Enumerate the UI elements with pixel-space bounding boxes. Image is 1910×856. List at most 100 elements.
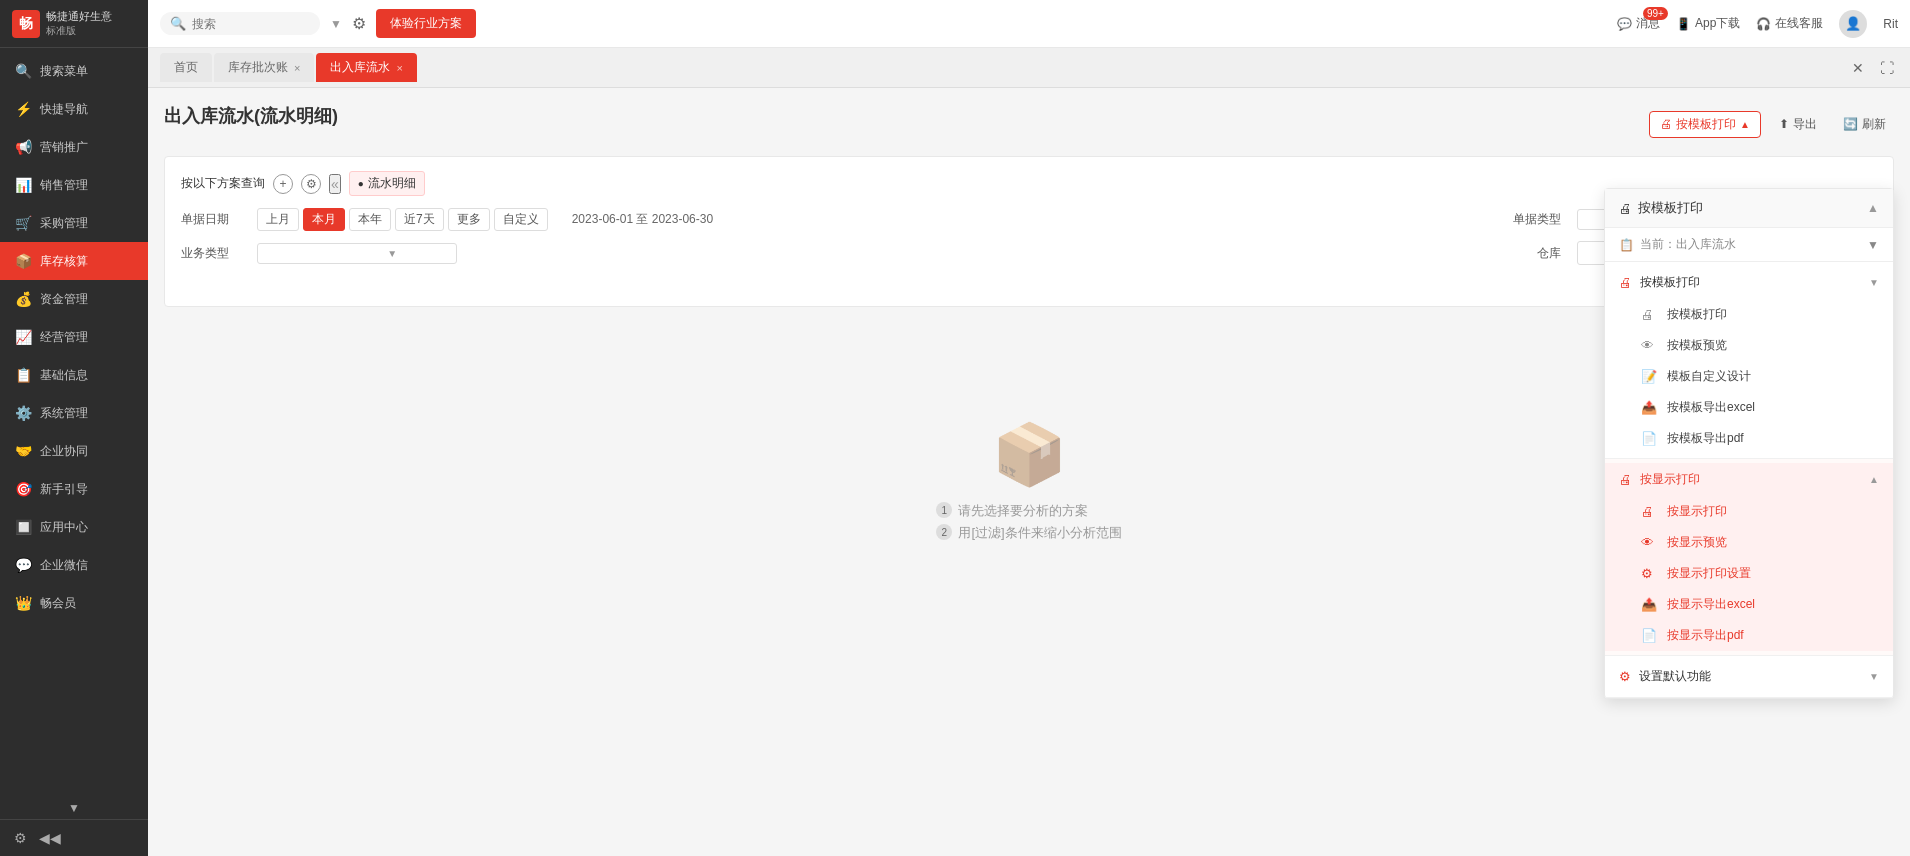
dropdown-close-arrow[interactable]: ▲ — [1867, 201, 1879, 215]
section-arrow-display-print: ▲ — [1869, 474, 1879, 485]
sidebar-item-wechat[interactable]: 💬企业微信 — [0, 546, 148, 584]
settings-icon[interactable]: ⚙ — [14, 830, 27, 846]
business-type-select[interactable]: ▼ — [257, 243, 457, 264]
empty-state-img: 📦 — [992, 419, 1067, 490]
date-btn-this-year[interactable]: 本年 — [349, 208, 391, 231]
sales-icon: 📊 — [14, 176, 32, 194]
dropdown-current-icon: 📋 — [1619, 238, 1634, 252]
sidebar-item-purchase[interactable]: 🛒采购管理 — [0, 204, 148, 242]
sidebar-item-finance[interactable]: 💰 资金管理 — [0, 280, 148, 318]
trial-btn[interactable]: 体验行业方案 — [376, 9, 476, 38]
dropdown-item-template-export-excel[interactable]: 📤 按模板导出excel — [1605, 392, 1893, 423]
app-download-icon: 📱 — [1676, 17, 1691, 31]
item-icon-template-export-excel: 📤 — [1641, 400, 1657, 415]
date-label: 单据日期 — [181, 211, 241, 228]
apps-icon: 🔲 — [14, 518, 32, 536]
print-btn[interactable]: 🖨 按模板打印 ▲ — [1649, 111, 1761, 138]
main-area: 🔍 ▼ ⚙ 体验行业方案 💬 消息 99+ 📱 App下载 🎧 在线客服 👤 R — [148, 0, 1910, 856]
print-label: 按模板打印 — [1676, 116, 1736, 133]
dropdown-item-display-print-settings[interactable]: ⚙ 按显示打印设置 — [1605, 558, 1893, 589]
dropdown-scroll: 🖨 按模板打印 ▼ 🖨 按模板打印 👁 按模板预览 📝 模板自定义设计 📤 按模… — [1605, 262, 1893, 698]
tab-batch-close[interactable]: × — [294, 62, 300, 74]
sidebar-item-enterprise[interactable]: 🤝企业协同 — [0, 432, 148, 470]
scroll-down-btn[interactable]: ▼ — [68, 801, 80, 815]
date-btn-last-month[interactable]: 上月 — [257, 208, 299, 231]
dropdown-item-display-print-item[interactable]: 🖨 按显示打印 — [1605, 496, 1893, 527]
item-label-template-export-excel: 按模板导出excel — [1667, 399, 1755, 416]
page-content: 出入库流水(流水明细) 🖨 按模板打印 ▲ ⬆ 导出 🔄 刷新 — [148, 88, 1910, 856]
dropdown-section-header-template-print[interactable]: 🖨 按模板打印 ▼ — [1605, 266, 1893, 299]
tab-home[interactable]: 首页 — [160, 53, 212, 82]
user-avatar[interactable]: 👤 — [1839, 10, 1867, 38]
date-btn-custom[interactable]: 自定义 — [494, 208, 548, 231]
item-label-display-preview: 按显示预览 — [1667, 534, 1727, 551]
search-box[interactable]: 🔍 — [160, 12, 320, 35]
dropdown-item-template-preview[interactable]: 👁 按模板预览 — [1605, 330, 1893, 361]
sidebar-label-finance: 资金管理 — [40, 291, 88, 308]
tab-expand-btn[interactable]: ⛶ — [1876, 56, 1898, 80]
sidebar-label-sales: 销售管理 — [40, 177, 88, 194]
section-arrow-default-func: ▼ — [1869, 671, 1879, 682]
message-badge: 99+ — [1643, 7, 1668, 20]
dropdown-item-template-print-item[interactable]: 🖨 按模板打印 — [1605, 299, 1893, 330]
search-input[interactable] — [192, 17, 292, 31]
business-type-arrow: ▼ — [387, 248, 448, 259]
collapse-icon[interactable]: ◀◀ — [39, 830, 61, 846]
tab-close-btn[interactable]: ✕ — [1848, 56, 1868, 80]
refresh-btn[interactable]: 🔄 刷新 — [1835, 112, 1894, 137]
sidebar-item-sales[interactable]: 📊 销售管理 — [0, 166, 148, 204]
dropdown-section-header-display-print[interactable]: 🖨 按显示打印 ▲ — [1605, 463, 1893, 496]
app-download-btn[interactable]: 📱 App下载 — [1676, 15, 1740, 32]
date-btn-more[interactable]: 更多 — [448, 208, 490, 231]
sidebar-item-member[interactable]: 👑畅会员 — [0, 584, 148, 622]
dropdown-item-display-export-pdf[interactable]: 📄 按显示导出pdf — [1605, 620, 1893, 651]
topbar-settings-icon[interactable]: ⚙ — [352, 14, 366, 33]
dropdown-header-title: 🖨 按模板打印 — [1619, 199, 1703, 217]
sidebar-item-quick-nav[interactable]: ⚡快捷导航 — [0, 90, 148, 128]
dropdown-section-title-default-func: ⚙ 设置默认功能 — [1619, 668, 1711, 685]
item-icon-template-print-item: 🖨 — [1641, 307, 1657, 322]
sidebar-menu: 🔍搜索菜单⚡快捷导航📢营销推广 📊 销售管理 🛒采购管理📦库存核算 💰 资金管理 📈经营管理… — [0, 48, 148, 797]
message-btn[interactable]: 💬 消息 99+ — [1617, 15, 1660, 32]
member-icon: 👑 — [14, 594, 32, 612]
business-type-label: 业务类型 — [181, 245, 241, 262]
search-icon: 🔍 — [14, 62, 32, 80]
item-icon-display-preview: 👁 — [1641, 535, 1657, 550]
tab-in-out-flow[interactable]: 出入库流水 × — [316, 53, 416, 82]
dropdown-current-label: 📋 当前：出入库流水 — [1619, 236, 1736, 253]
doc-type-label: 单据类型 — [1513, 211, 1561, 228]
tip-text-2: 用[过滤]条件来缩小分析范围 — [958, 524, 1121, 542]
filter-settings-btn[interactable]: ⚙ — [301, 174, 321, 194]
dropdown-item-template-custom[interactable]: 📝 模板自定义设计 — [1605, 361, 1893, 392]
sidebar-item-marketing[interactable]: 📢营销推广 — [0, 128, 148, 166]
sidebar-item-search[interactable]: 🔍搜索菜单 — [0, 52, 148, 90]
dropdown-section-display-print: 🖨 按显示打印 ▲ 🖨 按显示打印 👁 按显示预览 ⚙ 按显示打印设置 📤 按显… — [1605, 459, 1893, 656]
date-btn-this-month[interactable]: 本月 — [303, 208, 345, 231]
dropdown-item-display-export-excel[interactable]: 📤 按显示导出excel — [1605, 589, 1893, 620]
sidebar-item-guide[interactable]: 🎯新手引导 — [0, 470, 148, 508]
filter-add-btn[interactable]: + — [273, 174, 293, 194]
dropdown-item-template-export-pdf[interactable]: 📄 按模板导出pdf — [1605, 423, 1893, 454]
sidebar-item-apps[interactable]: 🔲 应用中心 — [0, 508, 148, 546]
sidebar-label-wechat: 企业微信 — [40, 557, 88, 574]
filter-collapse-btn[interactable]: « — [329, 174, 341, 194]
section-label-template-print: 按模板打印 — [1640, 274, 1700, 291]
message-icon: 💬 — [1617, 17, 1632, 31]
finance-icon: 💰 — [14, 290, 32, 308]
sidebar-item-system[interactable]: ⚙️系统管理 — [0, 394, 148, 432]
sidebar-label-apps: 应用中心 — [40, 519, 88, 536]
sidebar-item-basic[interactable]: 📋基础信息 — [0, 356, 148, 394]
date-range: 2023-06-01 至 2023-06-30 — [572, 211, 713, 228]
tab-batch-account[interactable]: 库存批次账 × — [214, 53, 314, 82]
sidebar-item-operations[interactable]: 📈经营管理 — [0, 318, 148, 356]
dropdown-item-display-preview[interactable]: 👁 按显示预览 — [1605, 527, 1893, 558]
online-service-btn[interactable]: 🎧 在线客服 — [1756, 15, 1823, 32]
date-btn-last-7days[interactable]: 近7天 — [395, 208, 444, 231]
guide-icon: 🎯 — [14, 480, 32, 498]
search-dropdown-arrow[interactable]: ▼ — [330, 17, 342, 31]
tab-in-out-close[interactable]: × — [396, 62, 402, 74]
export-btn[interactable]: ⬆ 导出 — [1771, 112, 1825, 137]
sidebar-item-inventory[interactable]: 📦库存核算 — [0, 242, 148, 280]
dropdown-section-header-default-func[interactable]: ⚙ 设置默认功能 ▼ — [1605, 660, 1893, 693]
page-title: 出入库流水(流水明细) — [164, 104, 338, 128]
